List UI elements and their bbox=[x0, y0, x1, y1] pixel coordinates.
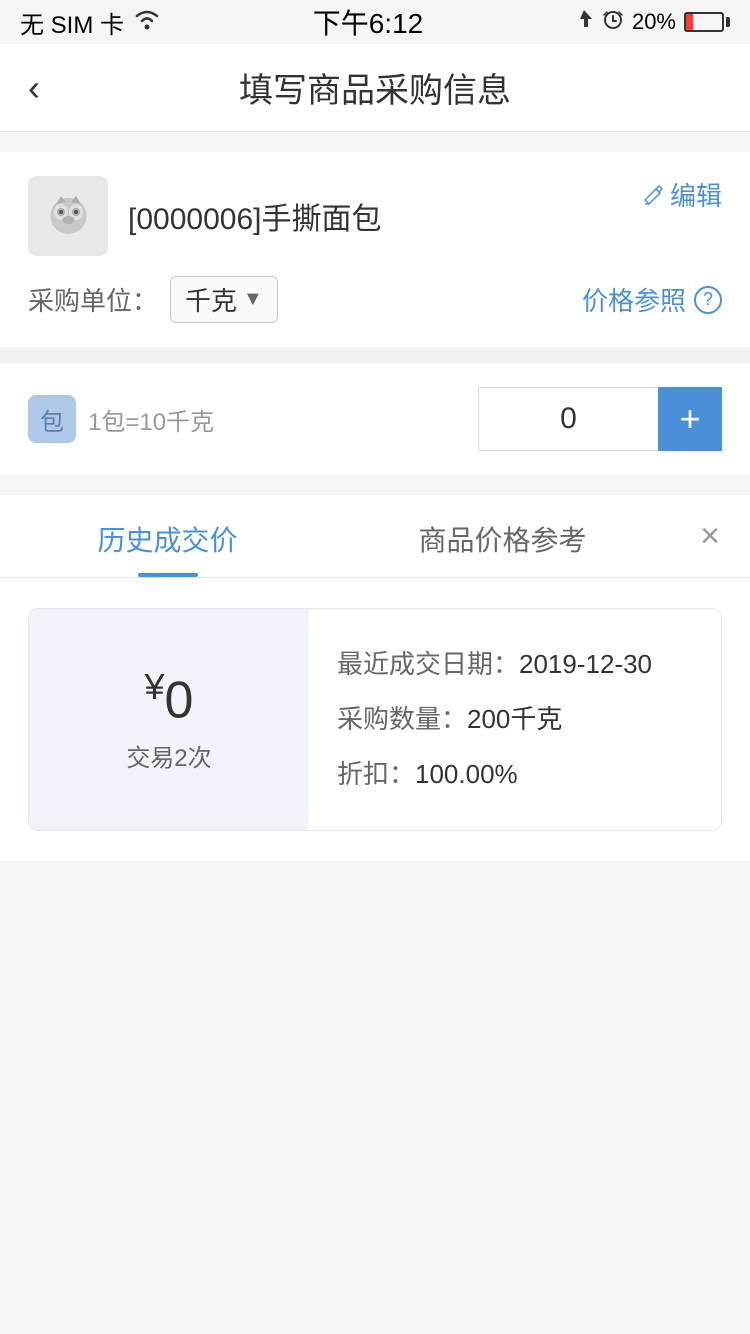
transaction-summary: ¥0 交易2次 bbox=[29, 609, 309, 830]
quantity-row: 包 1包=10千克 + bbox=[0, 363, 750, 475]
discount-row: 折扣：100.00% bbox=[337, 755, 693, 794]
price-ref-button[interactable]: 价格参照 ? bbox=[582, 281, 722, 318]
product-card: [0000006]手撕面包 编辑 采购单位： 千克 ▼ 价格参照 ? bbox=[0, 152, 750, 347]
owl-icon bbox=[41, 184, 96, 249]
unit-select[interactable]: 千克 ▼ bbox=[170, 276, 278, 323]
unit-badge: 包 bbox=[28, 395, 76, 443]
tab-priceref-label: 商品价格参考 bbox=[418, 519, 586, 559]
transaction-details: 最近成交日期：2019-12-30 采购数量：200千克 折扣：100.00% bbox=[309, 609, 721, 830]
battery-icon bbox=[684, 12, 730, 32]
status-carrier: 无 SIM 卡 bbox=[20, 5, 162, 40]
transaction-count: 交易2次 bbox=[126, 738, 211, 773]
product-thumbnail bbox=[28, 176, 108, 256]
discount-value: 100.00% bbox=[415, 759, 518, 789]
quantity-input[interactable] bbox=[478, 387, 658, 451]
help-icon: ? bbox=[694, 286, 722, 314]
tab-active-indicator bbox=[138, 573, 198, 577]
transaction-card: ¥0 交易2次 最近成交日期：2019-12-30 采购数量：200千克 折扣：… bbox=[28, 608, 722, 831]
product-left: [0000006]手撕面包 bbox=[28, 176, 381, 256]
product-meta: 采购单位： 千克 ▼ 价格参照 ? bbox=[28, 276, 722, 323]
quantity-label: 包 1包=10千克 bbox=[28, 395, 214, 443]
purchase-unit: 采购单位： 千克 ▼ bbox=[28, 276, 278, 323]
carrier-text: 无 SIM 卡 bbox=[20, 5, 124, 40]
dropdown-arrow-icon: ▼ bbox=[243, 288, 263, 311]
tab-content: ¥0 交易2次 最近成交日期：2019-12-30 采购数量：200千克 折扣：… bbox=[0, 578, 750, 861]
tabs-section: 历史成交价 商品价格参考 × ¥0 交易2次 最近成交日期：2019-12-30 bbox=[0, 495, 750, 861]
unit-value: 千克 bbox=[185, 281, 237, 318]
discount-label: 折扣： bbox=[337, 759, 415, 789]
back-button[interactable]: ‹ bbox=[28, 67, 40, 109]
status-time: 下午6:12 bbox=[313, 2, 424, 42]
price-value: 0 bbox=[165, 671, 194, 729]
recent-date-value: 2019-12-30 bbox=[519, 649, 652, 679]
unit-conversion: 1包=10千克 bbox=[88, 402, 214, 437]
currency-symbol: ¥ bbox=[145, 666, 165, 707]
nav-bar: ‹ 填写商品采购信息 bbox=[0, 44, 750, 132]
alarm-icon bbox=[602, 8, 624, 36]
wifi-icon bbox=[132, 8, 162, 37]
tab-history-price[interactable]: 历史成交价 bbox=[0, 495, 335, 577]
purchase-qty-label: 采购数量： bbox=[337, 704, 467, 734]
purchase-qty-row: 采购数量：200千克 bbox=[337, 700, 693, 739]
status-icons: 20% bbox=[574, 8, 730, 36]
transaction-price: ¥0 bbox=[145, 666, 194, 730]
tab-history-label: 历史成交价 bbox=[97, 519, 237, 559]
battery-percent: 20% bbox=[632, 9, 676, 35]
quantity-input-group: + bbox=[478, 387, 722, 451]
edit-icon bbox=[642, 184, 664, 206]
tab-price-ref[interactable]: 商品价格参考 bbox=[335, 495, 670, 577]
price-ref-label: 价格参照 bbox=[582, 281, 686, 318]
section-divider bbox=[0, 347, 750, 363]
quantity-plus-button[interactable]: + bbox=[658, 387, 722, 451]
recent-date-label: 最近成交日期： bbox=[337, 649, 519, 679]
product-header: [0000006]手撕面包 编辑 bbox=[28, 176, 722, 256]
status-bar: 无 SIM 卡 下午6:12 20% bbox=[0, 0, 750, 44]
location-icon bbox=[574, 9, 594, 35]
purchase-qty-value: 200千克 bbox=[467, 704, 562, 734]
plus-icon: + bbox=[679, 398, 700, 440]
purchase-unit-label: 采购单位： bbox=[28, 281, 158, 318]
tabs-header: 历史成交价 商品价格参考 × bbox=[0, 495, 750, 578]
edit-button[interactable]: 编辑 bbox=[642, 176, 722, 213]
tab-close-button[interactable]: × bbox=[670, 517, 750, 556]
close-icon: × bbox=[700, 517, 720, 556]
edit-label: 编辑 bbox=[670, 176, 722, 213]
recent-date-row: 最近成交日期：2019-12-30 bbox=[337, 645, 693, 684]
product-name: [0000006]手撕面包 bbox=[128, 194, 381, 238]
page-title: 填写商品采购信息 bbox=[239, 63, 511, 112]
